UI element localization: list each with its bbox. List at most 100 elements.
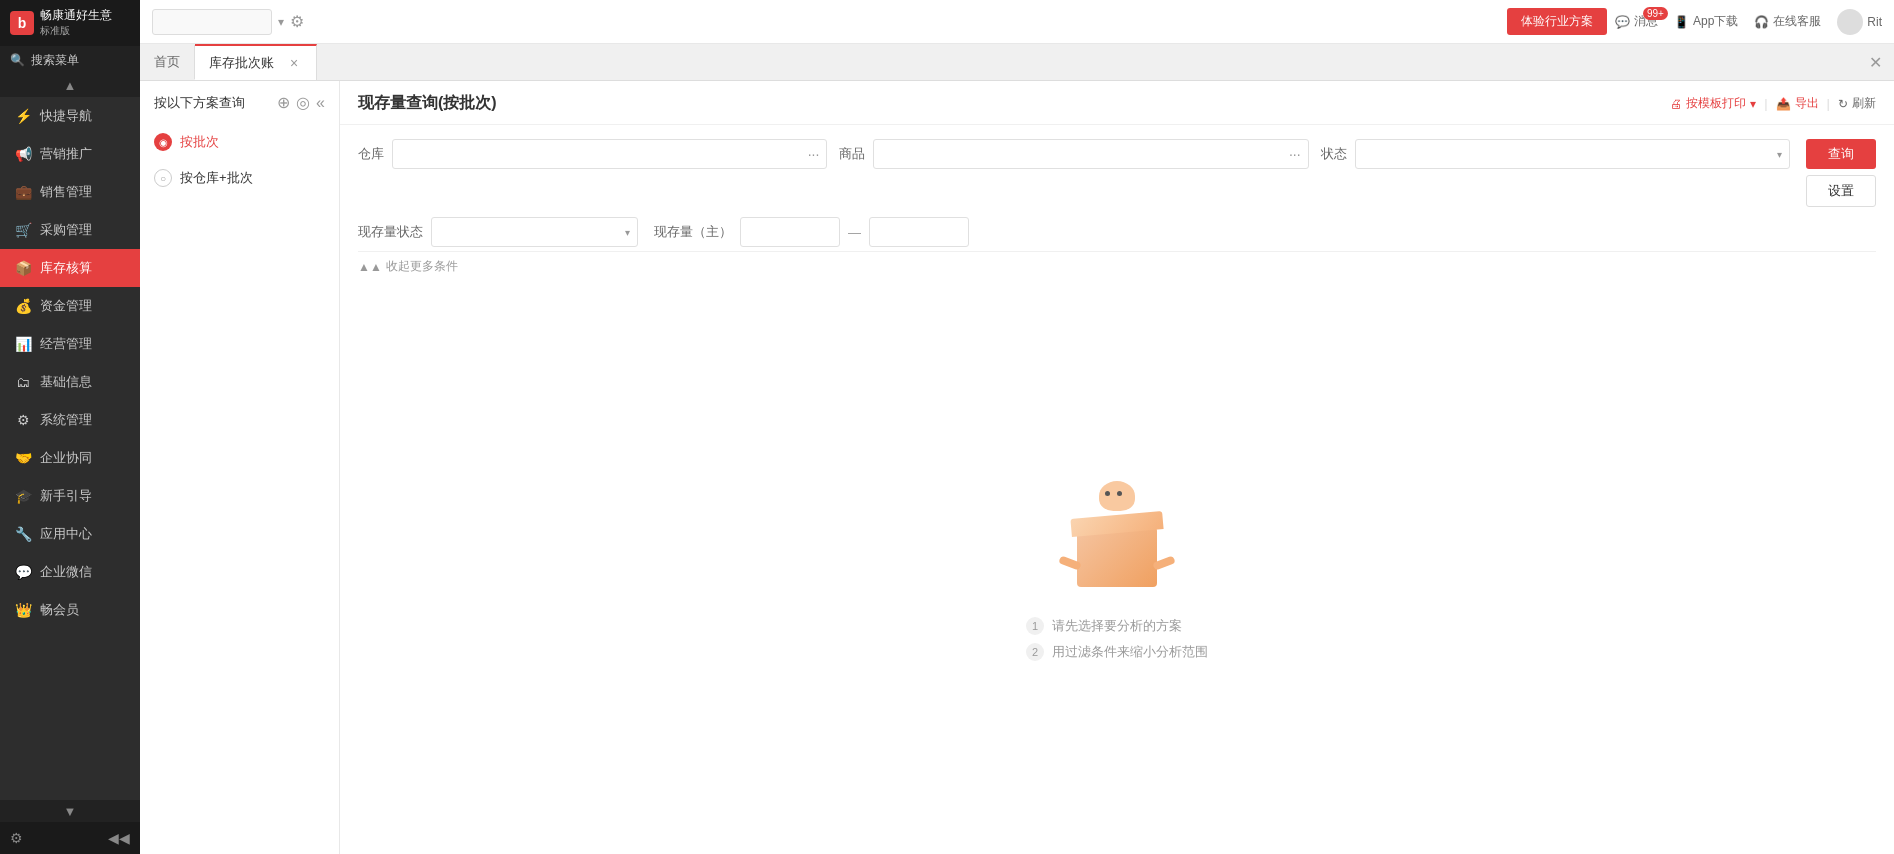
plan-settings-btn[interactable]: ◎: [296, 93, 310, 112]
inventory-qty-max[interactable]: [869, 217, 969, 247]
sidebar-item-appstore[interactable]: 🔧 应用中心: [0, 515, 140, 553]
tab-home-label: 首页: [154, 53, 180, 71]
plan-item-warehouse-batch[interactable]: ○ 按仓库+批次: [140, 160, 339, 196]
breadcrumb-input[interactable]: [152, 9, 272, 35]
sidebar-item-member[interactable]: 👑 畅会员: [0, 591, 140, 629]
left-panel: 按以下方案查询 ⊕ ◎ « ◉ 按批次 ○ 按仓库+批次: [140, 81, 340, 854]
sales-icon: 💼: [14, 183, 32, 201]
settings-footer-icon[interactable]: ⚙: [10, 830, 23, 846]
collapse-label: 收起更多条件: [386, 258, 458, 275]
enterprise-icon: 🤝: [14, 449, 32, 467]
app-download-btn[interactable]: 📱 App下载: [1674, 13, 1738, 30]
sidebar-footer: ⚙ ◀◀: [0, 822, 140, 854]
product-label: 商品: [839, 145, 865, 163]
appstore-icon: 🔧: [14, 525, 32, 543]
scroll-down-btn[interactable]: ▼: [0, 800, 140, 822]
filter-area: 仓库 ··· 商品 ···: [340, 125, 1894, 291]
empty-illustration: [1047, 477, 1187, 597]
collapse-btn[interactable]: ▲▲ 收起更多条件: [358, 254, 458, 285]
search-menu-label: 搜索菜单: [31, 52, 79, 69]
eye-left: [1105, 491, 1110, 496]
refresh-icon: ↻: [1838, 97, 1848, 111]
plan-item-label: 按批次: [180, 133, 219, 151]
topbar: ▾ ⚙ 体验行业方案 💬 消息 99+ 📱 App下载 🎧 在线客服 Rit: [140, 0, 1894, 44]
sidebar-item-sales[interactable]: 💼 销售管理: [0, 173, 140, 211]
empty-steps: 1 请先选择要分析的方案 2 用过滤条件来缩小分析范围: [1026, 617, 1208, 669]
tabbar-close-btn[interactable]: ✕: [1857, 53, 1894, 72]
sidebar-item-label: 资金管理: [40, 297, 92, 315]
right-panel: 现存量查询(按批次) 🖨 按模板打印 ▾ | 📤 导出 | ↻: [340, 81, 1894, 854]
qty-dash: —: [848, 225, 861, 240]
sidebar-item-label: 企业微信: [40, 563, 92, 581]
print-dropdown-icon: ▾: [1750, 97, 1756, 111]
plan-inactive-icon: ○: [154, 169, 172, 187]
wechat-icon: 💬: [14, 563, 32, 581]
gear-icon[interactable]: ⚙: [290, 12, 304, 31]
status-label: 状态: [1321, 145, 1347, 163]
empty-step-1: 1 请先选择要分析的方案: [1026, 617, 1208, 635]
status-select[interactable]: [1355, 139, 1790, 169]
product-input[interactable]: [873, 139, 1308, 169]
print-btn[interactable]: 🖨 按模板打印 ▾: [1670, 95, 1756, 112]
sidebar-item-operations[interactable]: 📊 经营管理: [0, 325, 140, 363]
sidebar-item-basic[interactable]: 🗂 基础信息: [0, 363, 140, 401]
plan-item-batch[interactable]: ◉ 按批次: [140, 124, 339, 160]
content-area: 按以下方案查询 ⊕ ◎ « ◉ 按批次 ○ 按仓库+批次: [140, 81, 1894, 854]
tab-inventory-batch[interactable]: 库存批次账 ×: [195, 44, 317, 80]
breadcrumb: ▾ ⚙: [152, 9, 1499, 35]
tab-home[interactable]: 首页: [140, 45, 195, 79]
sidebar-item-label: 应用中心: [40, 525, 92, 543]
collapse-panel-btn[interactable]: «: [316, 94, 325, 112]
filter-product: 商品 ···: [839, 139, 1308, 169]
sidebar-item-system[interactable]: ⚙ 系统管理: [0, 401, 140, 439]
sidebar-item-label: 库存核算: [40, 259, 92, 277]
sidebar-item-label: 系统管理: [40, 411, 92, 429]
left-panel-actions: ⊕ ◎ «: [277, 93, 325, 112]
operations-icon: 📊: [14, 335, 32, 353]
sidebar-item-inventory[interactable]: 📦 库存核算: [0, 249, 140, 287]
tab-close-btn[interactable]: ×: [286, 55, 302, 71]
search-menu-item[interactable]: 🔍 搜索菜单: [0, 46, 140, 75]
main-area: ▾ ⚙ 体验行业方案 💬 消息 99+ 📱 App下载 🎧 在线客服 Rit: [140, 0, 1894, 854]
product-dots[interactable]: ···: [1289, 146, 1301, 162]
sidebar-item-enterprise[interactable]: 🤝 企业协同: [0, 439, 140, 477]
settings-btn[interactable]: 设置: [1806, 175, 1876, 207]
sidebar-item-wechat[interactable]: 💬 企业微信: [0, 553, 140, 591]
warehouse-dots[interactable]: ···: [808, 146, 820, 162]
marketing-icon: 📢: [14, 145, 32, 163]
purchase-icon: 🛒: [14, 221, 32, 239]
messages-btn[interactable]: 💬 消息 99+: [1615, 13, 1658, 30]
sidebar-item-label: 畅会员: [40, 601, 79, 619]
step-2-text: 用过滤条件来缩小分析范围: [1052, 643, 1208, 661]
user-menu-btn[interactable]: Rit: [1837, 9, 1882, 35]
sidebar-header: b 畅康通好生意 标准版: [0, 0, 140, 46]
sidebar-item-purchase[interactable]: 🛒 采购管理: [0, 211, 140, 249]
query-btn[interactable]: 查询: [1806, 139, 1876, 169]
message-icon: 💬: [1615, 15, 1630, 29]
left-panel-title: 按以下方案查询: [154, 94, 245, 112]
inventory-status-select[interactable]: [431, 217, 638, 247]
inventory-icon: 📦: [14, 259, 32, 277]
filter-inventory-status: 现存量状态 ▾: [358, 217, 638, 247]
sidebar-item-express[interactable]: ⚡ 快捷导航: [0, 97, 140, 135]
export-btn[interactable]: 📤 导出: [1776, 95, 1819, 112]
filter-status: 状态 ▾: [1321, 139, 1790, 169]
topbar-right: 💬 消息 99+ 📱 App下载 🎧 在线客服 Rit: [1615, 9, 1882, 35]
sidebar-item-finance[interactable]: 💰 资金管理: [0, 287, 140, 325]
sidebar-item-guide[interactable]: 🎓 新手引导: [0, 477, 140, 515]
phone-icon: 📱: [1674, 15, 1689, 29]
sidebar-item-marketing[interactable]: 📢 营销推广: [0, 135, 140, 173]
online-service-btn[interactable]: 🎧 在线客服: [1754, 13, 1821, 30]
scroll-up-btn[interactable]: ▲: [0, 75, 140, 97]
filter-inventory-qty: 现存量（主） —: [654, 217, 994, 247]
warehouse-input[interactable]: [392, 139, 827, 169]
eye-right: [1117, 491, 1122, 496]
collapse-sidebar-icon[interactable]: ◀◀: [108, 830, 130, 846]
left-panel-header: 按以下方案查询 ⊕ ◎ «: [140, 81, 339, 120]
experience-btn[interactable]: 体验行业方案: [1507, 8, 1607, 35]
add-plan-btn[interactable]: ⊕: [277, 93, 290, 112]
avatar: [1837, 9, 1863, 35]
refresh-btn[interactable]: ↻ 刷新: [1838, 95, 1876, 112]
inventory-qty-min[interactable]: [740, 217, 840, 247]
system-icon: ⚙: [14, 411, 32, 429]
